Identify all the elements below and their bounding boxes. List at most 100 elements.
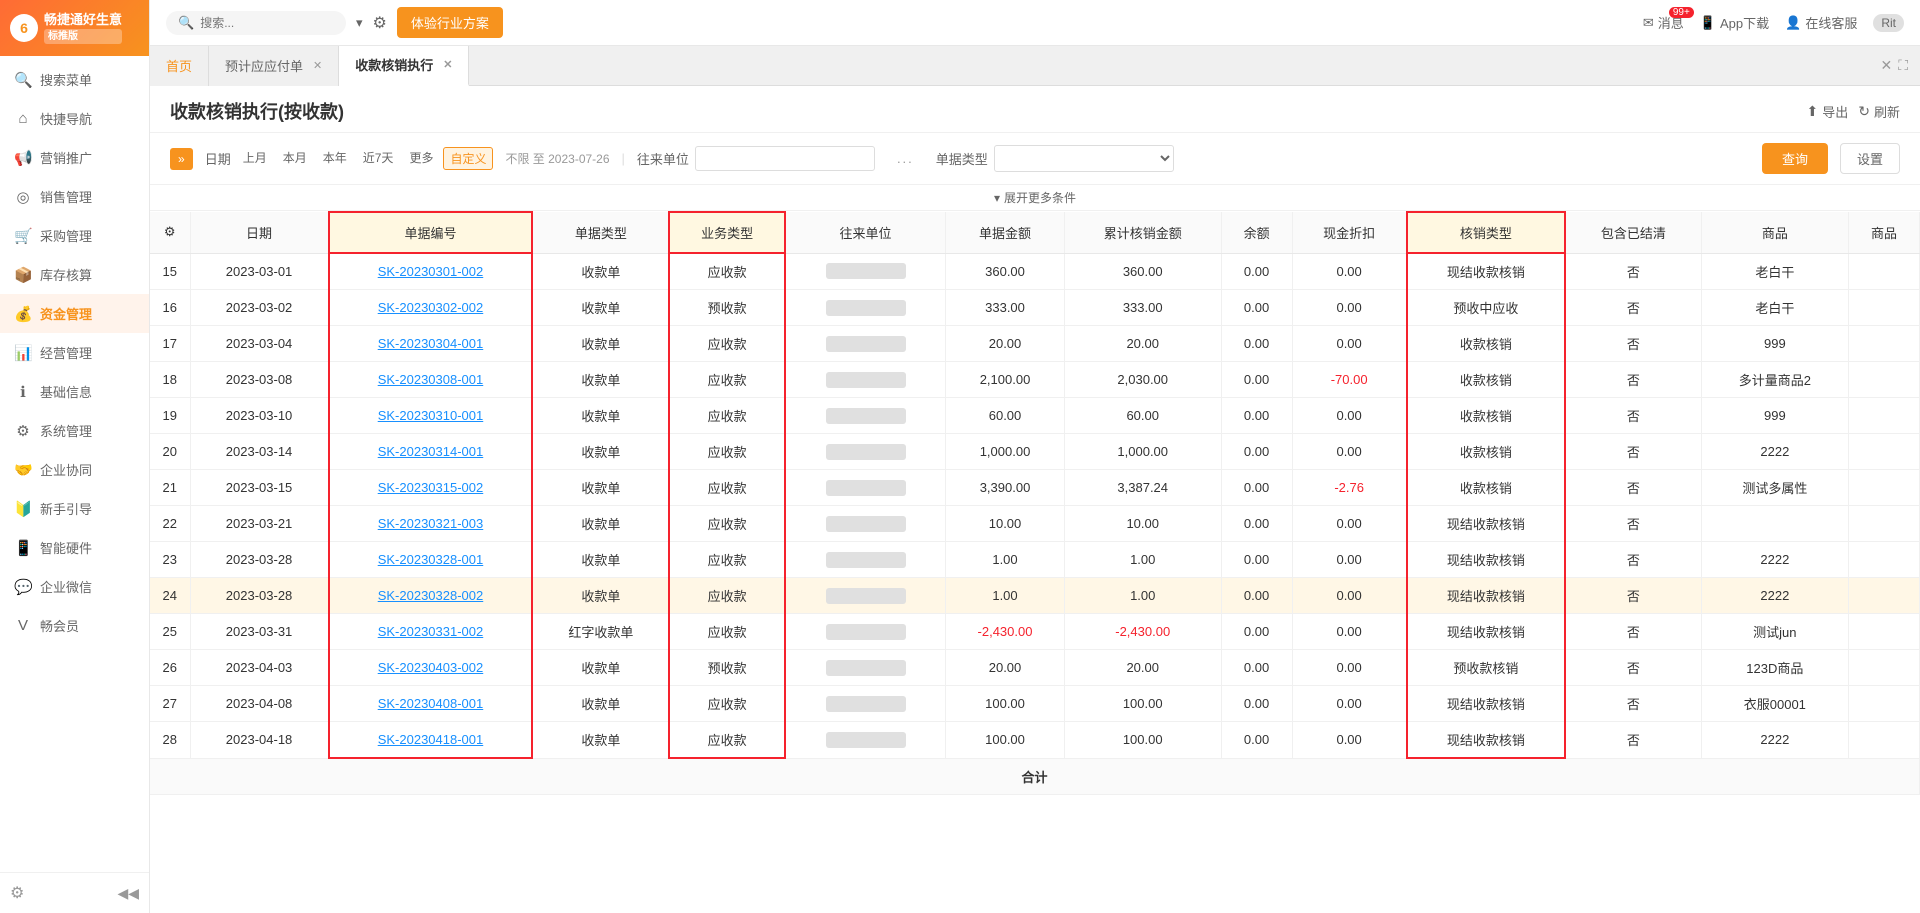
tab-close-prepay[interactable]: ✕ bbox=[313, 59, 322, 72]
expand-more-button[interactable]: ▾ 展开更多条件 bbox=[994, 189, 1076, 206]
td-amount: 20.00 bbox=[946, 326, 1065, 362]
td-goods2 bbox=[1848, 290, 1919, 326]
user-avatar[interactable]: Rit bbox=[1873, 14, 1904, 32]
unit-filter-input[interactable] bbox=[695, 146, 875, 171]
more-filters-dots[interactable]: ... bbox=[887, 151, 924, 166]
sidebar-item-inventory[interactable]: 📦 库存核算 bbox=[0, 255, 149, 294]
tab-home[interactable]: 首页 bbox=[150, 46, 209, 86]
sidebar-item-corp[interactable]: 🤝 企业协同 bbox=[0, 450, 149, 489]
date-btn-this-year[interactable]: 本年 bbox=[317, 147, 353, 170]
doc-no-link[interactable]: SK-20230301-002 bbox=[378, 264, 484, 279]
query-button[interactable]: 查询 bbox=[1762, 143, 1828, 174]
search-box[interactable]: 🔍 bbox=[166, 11, 346, 35]
settings-icon[interactable]: ⚙ bbox=[10, 883, 24, 903]
td-balance: 0.00 bbox=[1221, 506, 1292, 542]
doc-no-link[interactable]: SK-20230315-002 bbox=[378, 480, 484, 495]
refresh-button[interactable]: ↻ 刷新 bbox=[1858, 102, 1900, 121]
td-unit: BLUR bbox=[785, 578, 946, 614]
td-include-settled: 否 bbox=[1565, 542, 1701, 578]
doc-no-link[interactable]: SK-20230408-001 bbox=[378, 696, 484, 711]
bill-type-select[interactable] bbox=[994, 145, 1174, 172]
doc-no-link[interactable]: SK-20230304-001 bbox=[378, 336, 484, 351]
tab-verify[interactable]: 收款核销执行 ✕ bbox=[339, 46, 469, 86]
td-row-no: 24 bbox=[150, 578, 190, 614]
td-doc-no: SK-20230302-002 bbox=[329, 290, 533, 326]
doc-no-link[interactable]: SK-20230328-002 bbox=[378, 588, 484, 603]
logo-icon: 6 bbox=[10, 14, 38, 42]
td-unit: BLUR bbox=[785, 686, 946, 722]
td-biz-type: 应收款 bbox=[669, 722, 785, 759]
date-btn-custom[interactable]: 自定义 bbox=[443, 147, 493, 170]
sidebar-item-purchase[interactable]: 🛒 采购管理 bbox=[0, 216, 149, 255]
tab-close-all-icon[interactable]: ✕ bbox=[1880, 57, 1892, 74]
td-biz-type: 应收款 bbox=[669, 506, 785, 542]
sidebar-item-wechat[interactable]: 💬 企业微信 bbox=[0, 567, 149, 606]
doc-no-link[interactable]: SK-20230314-001 bbox=[378, 444, 484, 459]
filter-expand-button[interactable]: » bbox=[170, 148, 193, 170]
sidebar-item-hardware[interactable]: 📱 智能硬件 bbox=[0, 528, 149, 567]
date-btn-last-month[interactable]: 上月 bbox=[237, 147, 273, 170]
td-biz-type: 应收款 bbox=[669, 326, 785, 362]
tab-expand-icon[interactable]: ⛶ bbox=[1898, 57, 1908, 74]
collapse-icon[interactable]: ◀◀ bbox=[117, 885, 139, 902]
td-goods2 bbox=[1848, 362, 1919, 398]
doc-no-link[interactable]: SK-20230302-002 bbox=[378, 300, 484, 315]
doc-no-link[interactable]: SK-20230328-001 bbox=[378, 552, 484, 567]
app-download-link[interactable]: 📱 App下载 bbox=[1700, 13, 1769, 32]
td-cum-verify: 60.00 bbox=[1064, 398, 1221, 434]
doc-no-link[interactable]: SK-20230308-001 bbox=[378, 372, 484, 387]
finance-icon: 💰 bbox=[14, 305, 32, 323]
solution-button[interactable]: 体验行业方案 bbox=[397, 7, 503, 38]
online-service-link[interactable]: 👤 在线客服 bbox=[1785, 13, 1857, 32]
sidebar-item-system[interactable]: ⚙ 系统管理 bbox=[0, 411, 149, 450]
doc-no-link[interactable]: SK-20230418-001 bbox=[378, 732, 484, 747]
td-balance: 0.00 bbox=[1221, 398, 1292, 434]
td-goods1: 多计量商品2 bbox=[1701, 362, 1848, 398]
topbar-gear-icon[interactable]: ⚙ bbox=[373, 13, 387, 33]
business-icon: 📊 bbox=[14, 344, 32, 362]
th-settings[interactable]: ⚙ bbox=[150, 212, 190, 253]
sidebar-item-basic[interactable]: ℹ 基础信息 bbox=[0, 372, 149, 411]
th-cash-discount: 现金折扣 bbox=[1292, 212, 1407, 253]
table-row: 17 2023-03-04 SK-20230304-001 收款单 应收款 BL… bbox=[150, 326, 1920, 362]
td-goods2 bbox=[1848, 253, 1919, 290]
sidebar-item-quick[interactable]: ⌂ 快捷导航 bbox=[0, 99, 149, 138]
td-bill-type: 收款单 bbox=[532, 650, 669, 686]
td-biz-type: 应收款 bbox=[669, 362, 785, 398]
page-content: 收款核销执行(按收款) ⬆ 导出 ↻ 刷新 » 日期 上月 本月 本 bbox=[150, 86, 1920, 913]
td-date: 2023-04-18 bbox=[190, 722, 329, 759]
td-balance: 0.00 bbox=[1221, 362, 1292, 398]
dropdown-toggle[interactable]: ▾ bbox=[356, 15, 363, 31]
td-balance: 0.00 bbox=[1221, 253, 1292, 290]
th-verify-type: 核销类型 bbox=[1407, 212, 1565, 253]
data-table-container: ⚙ 日期 单据编号 单据类型 业务类型 往来单位 单据金额 累计核销金额 余额 … bbox=[150, 211, 1920, 913]
sidebar-item-business[interactable]: 📊 经营管理 bbox=[0, 333, 149, 372]
td-row-no: 19 bbox=[150, 398, 190, 434]
td-biz-type: 应收款 bbox=[669, 470, 785, 506]
sidebar-item-sales[interactable]: ◎ 销售管理 bbox=[0, 177, 149, 216]
sidebar-item-finance[interactable]: 💰 资金管理 bbox=[0, 294, 149, 333]
doc-no-link[interactable]: SK-20230310-001 bbox=[378, 408, 484, 423]
message-link[interactable]: ✉ 消息 99+ bbox=[1643, 13, 1684, 32]
td-total-label: 合计 bbox=[150, 758, 1920, 795]
td-balance: 0.00 bbox=[1221, 542, 1292, 578]
doc-no-link[interactable]: SK-20230331-002 bbox=[378, 624, 484, 639]
doc-no-link[interactable]: SK-20230403-002 bbox=[378, 660, 484, 675]
sidebar-item-guide[interactable]: 🔰 新手引导 bbox=[0, 489, 149, 528]
sidebar-item-marketing[interactable]: 📢 营销推广 bbox=[0, 138, 149, 177]
tab-close-verify[interactable]: ✕ bbox=[443, 58, 452, 71]
date-btn-7days[interactable]: 近7天 bbox=[357, 147, 400, 170]
td-unit: BLUR bbox=[785, 542, 946, 578]
export-button[interactable]: ⬆ 导出 bbox=[1807, 102, 1849, 121]
tab-prepay[interactable]: 预计应应付单 ✕ bbox=[209, 46, 339, 86]
th-unit: 往来单位 bbox=[785, 212, 946, 253]
search-input[interactable] bbox=[200, 16, 320, 30]
doc-no-link[interactable]: SK-20230321-003 bbox=[378, 516, 484, 531]
date-btn-this-month[interactable]: 本月 bbox=[277, 147, 313, 170]
settings-button[interactable]: 设置 bbox=[1840, 143, 1900, 174]
date-btn-more[interactable]: 更多 bbox=[403, 147, 439, 170]
sidebar-item-member[interactable]: V 畅会员 bbox=[0, 606, 149, 645]
sidebar-item-search[interactable]: 🔍 搜索菜单 bbox=[0, 60, 149, 99]
td-cash-discount: 0.00 bbox=[1292, 326, 1407, 362]
table-row: 15 2023-03-01 SK-20230301-002 收款单 应收款 BL… bbox=[150, 253, 1920, 290]
